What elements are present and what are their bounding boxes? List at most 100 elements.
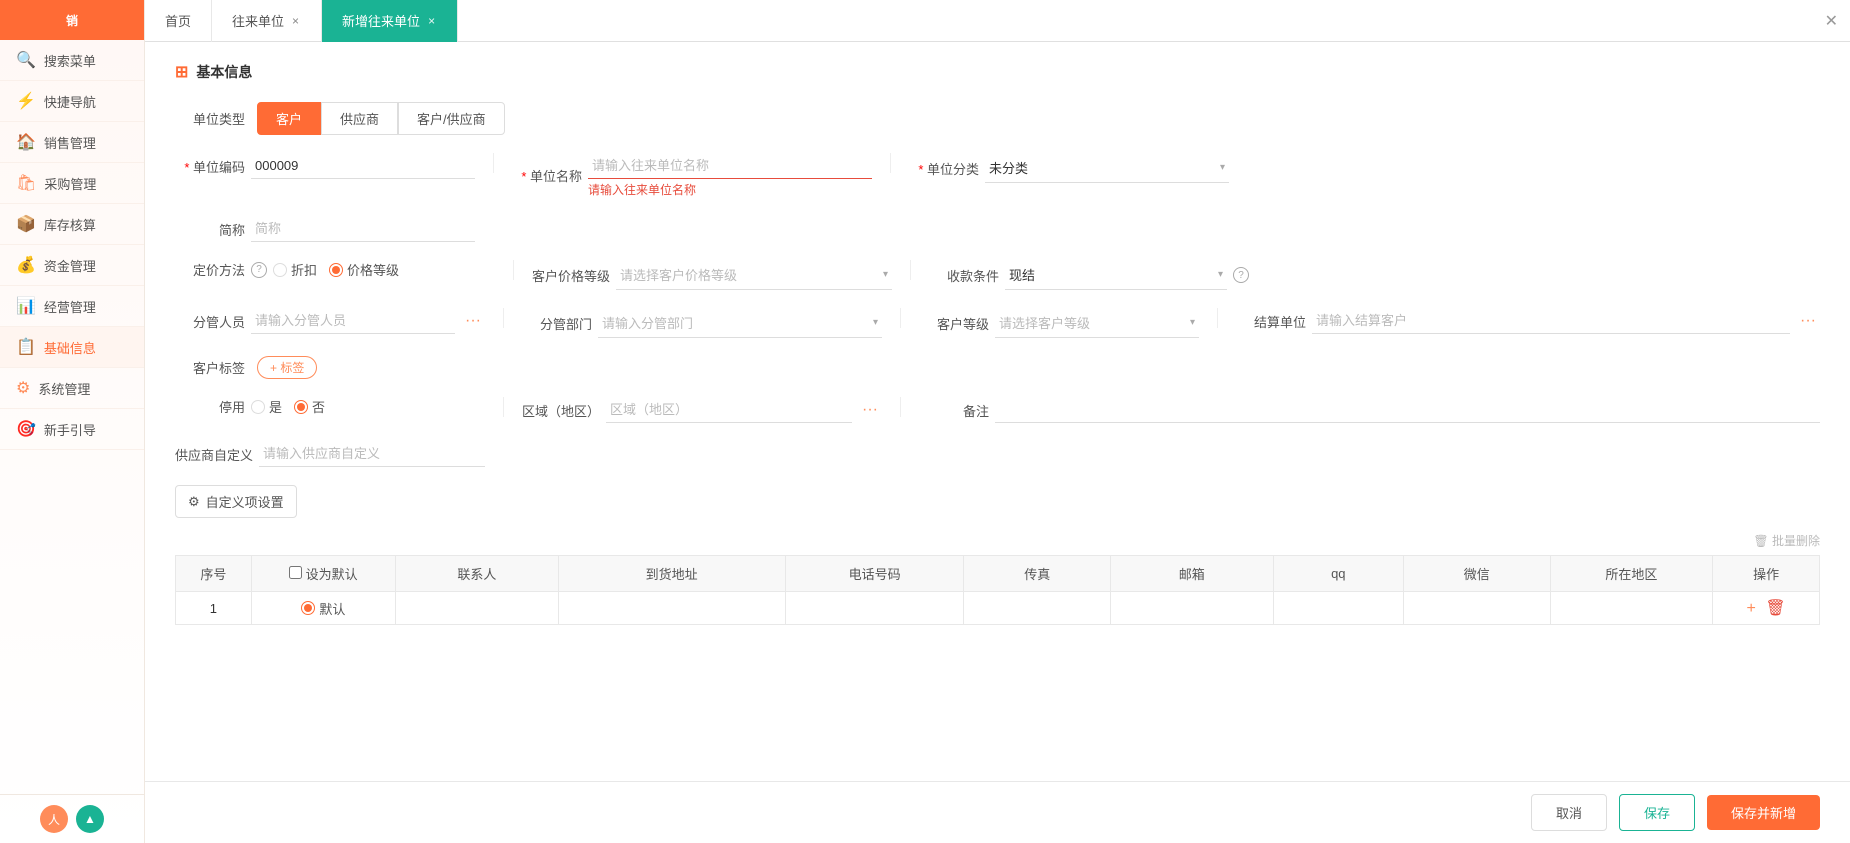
department-select[interactable]: 请输入分管部门 ▾	[598, 308, 882, 338]
col-action: 操作	[1713, 556, 1820, 592]
save-button[interactable]: 保存	[1619, 794, 1695, 831]
sidebar-item-label: 销售管理	[44, 133, 96, 152]
default-radio-label: 默认	[319, 599, 345, 618]
cell-address	[558, 592, 785, 625]
region-input[interactable]	[606, 397, 852, 423]
user-avatar[interactable]: 人	[40, 805, 68, 833]
region-cell-input[interactable]	[1591, 601, 1671, 616]
btn-customer[interactable]: 客户	[257, 102, 321, 135]
row-add-btn[interactable]: +	[1743, 600, 1758, 617]
region-more-btn[interactable]: ···	[858, 401, 882, 419]
manager-row: 分管人员 ··· 分管部门 请输入分管部门 ▾ 客户等级 请选择客户等级 ▾	[175, 308, 1820, 338]
manager-more-btn[interactable]: ···	[461, 312, 485, 330]
pricing-help-icon[interactable]: ?	[251, 262, 267, 278]
tab-counterpart-close[interactable]: ×	[290, 14, 301, 28]
remark-label: 备注	[919, 401, 989, 420]
wechat-input[interactable]	[1442, 601, 1512, 616]
section-title: ⊞ 基本信息	[175, 62, 1820, 82]
default-radio[interactable]: 默认	[262, 599, 385, 618]
cell-email	[1110, 592, 1273, 625]
sidebar-item-inventory[interactable]: 📦 库存核算	[0, 204, 144, 245]
customer-level-chevron: ▾	[1190, 317, 1195, 328]
section-icon: ⊞	[175, 62, 188, 82]
notification-icon[interactable]: ▲	[76, 805, 104, 833]
contact-input[interactable]	[437, 601, 517, 616]
form-area: ⊞ 基本信息 单位类型 客户 供应商 客户/供应商 单位编码	[145, 42, 1850, 781]
customer-level-label: 客户等级	[919, 314, 989, 333]
tab-bar: 首页 往来单位 × 新增往来单位 × ✕	[145, 0, 1850, 42]
customer-level-select[interactable]: 请选择客户等级 ▾	[995, 308, 1199, 338]
batch-delete-btn[interactable]: 🗑 批量删除	[175, 532, 1820, 549]
radio-yes[interactable]: 是	[251, 397, 282, 416]
abbr-input[interactable]	[251, 216, 475, 242]
unit-category-value: 未分类	[989, 158, 1216, 177]
region-label: 区域（地区）	[522, 401, 600, 420]
email-input[interactable]	[1152, 601, 1232, 616]
operation-icon: 📊	[16, 296, 36, 316]
guide-icon: 🎯	[16, 419, 36, 439]
sidebar-item-system[interactable]: ⚙ 系统管理	[0, 368, 144, 409]
phone-input[interactable]	[830, 601, 920, 616]
unit-category-select[interactable]: 未分类 ▾	[985, 153, 1229, 183]
sidebar-item-operation[interactable]: 📊 经营管理	[0, 286, 144, 327]
sidebar-item-finance[interactable]: 💰 资金管理	[0, 245, 144, 286]
address-input[interactable]	[612, 601, 732, 616]
sidebar: 销 🔍 搜索菜单 ⚡ 快捷导航 🏠 销售管理 🛍 采购管理 📦 库存核算 💰 资…	[0, 0, 145, 843]
fax-input[interactable]	[1002, 601, 1072, 616]
payment-terms-select[interactable]: 现结 ▾	[1005, 260, 1227, 290]
radio-discount[interactable]: 折扣	[273, 260, 317, 279]
sidebar-item-label: 快捷导航	[44, 92, 96, 111]
btn-supplier[interactable]: 供应商	[321, 102, 398, 135]
col-default: 设为默认	[251, 556, 395, 592]
qq-input[interactable]	[1308, 601, 1368, 616]
save-new-button[interactable]: 保存并新增	[1707, 795, 1820, 830]
department-placeholder: 请输入分管部门	[602, 313, 869, 332]
tab-new-counterpart[interactable]: 新增往来单位 ×	[322, 0, 458, 42]
table-header-row: 序号 设为默认 联系人 到货地址 电话号码 传真 邮箱 qq 微信 所在地区 操…	[176, 556, 1820, 592]
price-level-chevron: ▾	[883, 269, 888, 280]
cancel-button[interactable]: 取消	[1531, 794, 1607, 831]
sidebar-item-guide[interactable]: 🎯 新手引导	[0, 409, 144, 450]
col-qq: qq	[1273, 556, 1403, 592]
radio-price-level[interactable]: 价格等级	[329, 260, 399, 279]
radio-no[interactable]: 否	[294, 397, 325, 416]
unit-name-input[interactable]	[588, 153, 872, 179]
btn-both[interactable]: 客户/供应商	[398, 102, 505, 135]
settlement-more-btn[interactable]: ···	[1796, 312, 1820, 330]
settlement-unit-input[interactable]	[1312, 308, 1790, 334]
custom-settings-btn[interactable]: ⚙ 自定义项设置	[175, 485, 297, 518]
pricing-label: 定价方法	[175, 260, 245, 279]
unit-type-label: 单位类型	[175, 109, 245, 128]
col-address: 到货地址	[558, 556, 785, 592]
unit-code-input[interactable]	[251, 153, 475, 179]
sidebar-item-label: 搜索菜单	[44, 51, 96, 70]
tab-new-close[interactable]: ×	[426, 14, 437, 28]
sidebar-item-basicinfo[interactable]: 📋 基础信息	[0, 327, 144, 368]
global-close-btn[interactable]: ✕	[1825, 11, 1838, 31]
remark-input[interactable]	[995, 397, 1820, 423]
unit-code-label: 单位编码	[175, 157, 245, 176]
footer-bar: 取消 保存 保存并新增	[145, 781, 1850, 843]
supplier-custom-input[interactable]	[259, 441, 485, 467]
select-all-checkbox[interactable]	[289, 566, 302, 579]
sidebar-item-sales[interactable]: 🏠 销售管理	[0, 122, 144, 163]
default-radio-circle	[301, 601, 315, 615]
price-level-select[interactable]: 请选择客户价格等级 ▾	[616, 260, 892, 290]
manager-input[interactable]	[251, 308, 455, 334]
tab-home[interactable]: 首页	[145, 0, 212, 42]
sidebar-item-label: 经营管理	[44, 297, 96, 316]
cell-actions: + 🗑	[1713, 592, 1820, 625]
sidebar-item-quicknav[interactable]: ⚡ 快捷导航	[0, 81, 144, 122]
tab-counterpart[interactable]: 往来单位 ×	[212, 0, 322, 42]
sidebar-item-purchase[interactable]: 🛍 采购管理	[0, 163, 144, 204]
row-delete-btn[interactable]: 🗑	[1762, 600, 1788, 617]
unit-name-error: 请输入往来单位名称	[588, 181, 872, 198]
radio-discount-label: 折扣	[291, 260, 317, 279]
sidebar-item-search[interactable]: 🔍 搜索菜单	[0, 40, 144, 81]
radio-yes-circle	[251, 400, 265, 414]
abbr-row: 简称	[175, 216, 1820, 242]
add-tag-btn[interactable]: + 标签	[257, 356, 317, 379]
payment-help-icon[interactable]: ?	[1233, 267, 1249, 283]
custom-settings-label: 自定义项设置	[206, 492, 284, 511]
table-row: 1 默认 +	[176, 592, 1820, 625]
